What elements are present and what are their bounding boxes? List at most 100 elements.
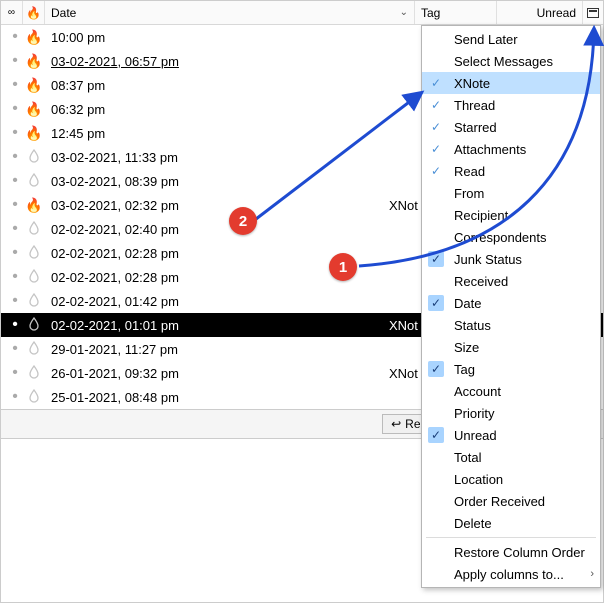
column-menu-item[interactable]: Total: [422, 446, 600, 468]
row-dot-icon: •: [7, 101, 23, 117]
column-menu-label: Total: [454, 450, 481, 465]
column-menu-label: Apply columns to...: [454, 567, 564, 582]
column-menu-item[interactable]: ✓Unread: [422, 424, 600, 446]
column-menu-label: Unread: [454, 428, 497, 443]
check-empty: [428, 185, 444, 201]
column-menu-label: Thread: [454, 98, 495, 113]
row-dot-icon: •: [7, 389, 23, 405]
row-date: 08:37 pm: [45, 78, 385, 93]
check-box-icon: ✓: [428, 251, 444, 267]
check-empty: [428, 493, 444, 509]
column-menu-label: Account: [454, 384, 501, 399]
row-dot-icon: •: [7, 245, 23, 261]
row-dot-icon: •: [7, 53, 23, 69]
row-date: 26-01-2021, 09:32 pm: [45, 366, 385, 381]
column-menu-label: Order Received: [454, 494, 545, 509]
row-date: 03-02-2021, 08:39 pm: [45, 174, 385, 189]
column-menu-item[interactable]: Received: [422, 270, 600, 292]
submenu-arrow-icon: ›: [590, 568, 594, 580]
row-date: 02-02-2021, 01:42 pm: [45, 294, 385, 309]
column-menu-item[interactable]: Apply columns to... ›: [422, 563, 600, 585]
column-menu-item[interactable]: Size: [422, 336, 600, 358]
column-menu-item[interactable]: ✓ Tag: [422, 358, 600, 380]
tag-column-header[interactable]: Tag: [415, 1, 497, 24]
column-menu-label: Correspondents: [454, 230, 547, 245]
column-menu-item[interactable]: ✓ Date: [422, 292, 600, 314]
check-empty: [428, 317, 444, 333]
column-menu-item[interactable]: ✓Starred: [422, 116, 600, 138]
check-empty: [428, 544, 444, 560]
row-dot-icon: •: [7, 221, 23, 237]
flame-hot-icon: 🔥: [23, 77, 45, 94]
column-menu-label: Received: [454, 274, 508, 289]
check-empty: [428, 31, 444, 47]
column-menu-label: Date: [454, 296, 481, 311]
date-column-header[interactable]: Date ⌄: [45, 1, 415, 24]
check-box-icon: ✓: [428, 295, 444, 311]
column-menu-item[interactable]: Location: [422, 468, 600, 490]
row-dot-icon: •: [7, 149, 23, 165]
thread-column-header[interactable]: ∞: [1, 1, 23, 24]
flame-cold-icon: [23, 149, 45, 166]
column-menu-item[interactable]: Correspondents: [422, 226, 600, 248]
column-menu-item[interactable]: ✓ Attachments: [422, 138, 600, 160]
column-menu-item[interactable]: Status: [422, 314, 600, 336]
column-menu-label: Size: [454, 340, 479, 355]
flame-hot-icon: 🔥: [23, 101, 45, 118]
column-menu-item[interactable]: Send Later: [422, 28, 600, 50]
row-dot-icon: •: [7, 173, 23, 189]
flame-cold-icon: [23, 389, 45, 406]
flame-cold-icon: [23, 245, 45, 262]
column-menu-label: Attachments: [454, 142, 526, 157]
column-menu-item[interactable]: From: [422, 182, 600, 204]
column-menu-label: Tag: [454, 362, 475, 377]
column-header-row: ∞ 🔥 Date ⌄ Tag Unread: [1, 1, 603, 25]
check-empty: [428, 471, 444, 487]
check-tick-icon: ✓: [428, 141, 444, 157]
check-empty: [428, 383, 444, 399]
column-menu-item[interactable]: Recipient: [422, 204, 600, 226]
row-dot-icon: •: [7, 77, 23, 93]
unread-column-header[interactable]: Unread: [497, 1, 583, 24]
flame-hot-icon: 🔥: [23, 53, 45, 70]
flame-cold-icon: [23, 173, 45, 190]
menu-separator: [426, 537, 596, 538]
column-menu-item[interactable]: ✓ Thread: [422, 94, 600, 116]
column-menu-item[interactable]: Order Received: [422, 490, 600, 512]
column-menu-item[interactable]: Select Messages: [422, 50, 600, 72]
check-box-icon: ✓: [428, 361, 444, 377]
row-dot-icon: •: [7, 125, 23, 141]
row-dot-icon: •: [7, 341, 23, 357]
row-date: 25-01-2021, 08:48 pm: [45, 390, 385, 405]
flame-cold-icon: [23, 269, 45, 286]
check-empty: [428, 339, 444, 355]
column-menu-item[interactable]: Priority: [422, 402, 600, 424]
row-dot-icon: •: [7, 29, 23, 45]
row-date: 29-01-2021, 11:27 pm: [45, 342, 385, 357]
column-menu-item[interactable]: ✓Read: [422, 160, 600, 182]
unread-header-label: Unread: [537, 6, 576, 20]
chevron-down-icon: ⌄: [400, 7, 408, 18]
column-menu-item[interactable]: Account: [422, 380, 600, 402]
flame-cold-icon: [23, 221, 45, 238]
column-menu-item[interactable]: ✓XNote: [422, 72, 600, 94]
column-menu-label: Read: [454, 164, 485, 179]
row-tag: XNot: [385, 366, 418, 381]
column-menu-item[interactable]: ✓Junk Status: [422, 248, 600, 270]
annotation-badge-1: 1: [329, 253, 357, 281]
row-date: 12:45 pm: [45, 126, 385, 141]
column-picker-button[interactable]: [583, 1, 603, 24]
check-empty: [428, 207, 444, 223]
column-picker-icon: [587, 8, 599, 18]
check-tick-icon: ✓: [428, 97, 444, 113]
row-date: 02-02-2021, 02:40 pm: [45, 222, 385, 237]
check-empty: [428, 449, 444, 465]
flame-cold-icon: [23, 365, 45, 382]
column-menu-item[interactable]: Delete: [422, 512, 600, 534]
column-menu-label: Delete: [454, 516, 492, 531]
check-empty: [428, 566, 444, 582]
check-empty: [428, 53, 444, 69]
row-tag: XNot: [385, 318, 418, 333]
hot-column-header[interactable]: 🔥: [23, 1, 45, 24]
column-menu-item[interactable]: Restore Column Order: [422, 541, 600, 563]
